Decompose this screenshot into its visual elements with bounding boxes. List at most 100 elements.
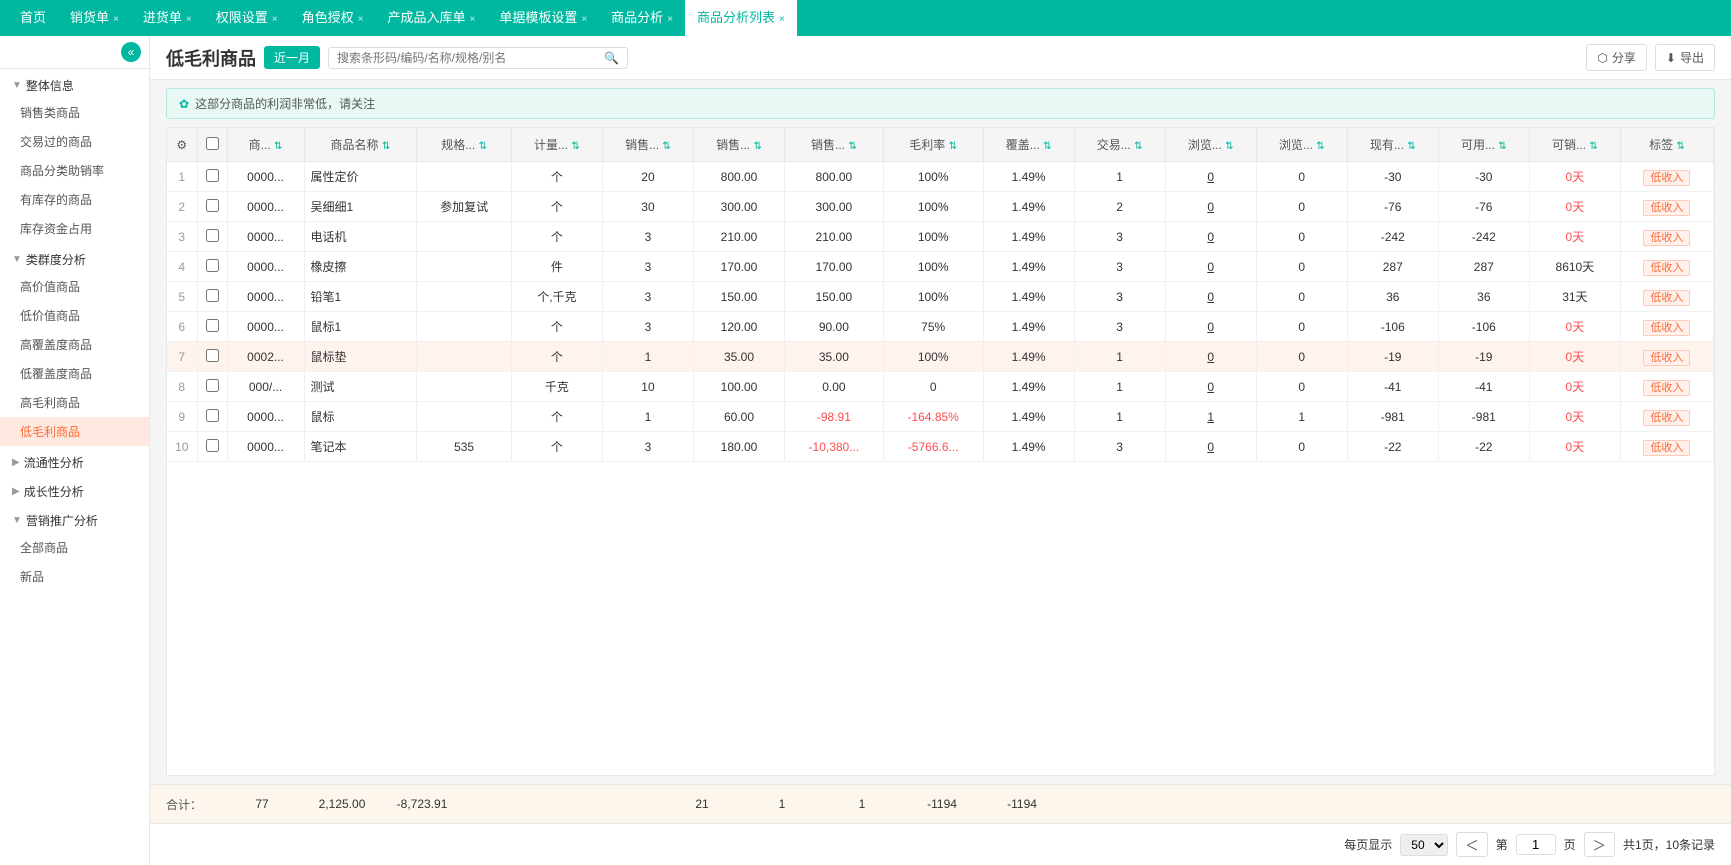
sidebar-item-high-coverage[interactable]: 高覆盖度商品 (0, 330, 149, 359)
row-view1[interactable]: 0 (1165, 432, 1256, 462)
row-view2: 0 (1256, 342, 1347, 372)
row-checkbox[interactable] (197, 342, 227, 372)
table-row: 9 0000... 鼠标 个 1 60.00 -98.91 -164.85% 1… (167, 402, 1714, 432)
row-checkbox[interactable] (197, 192, 227, 222)
page-number-input[interactable] (1516, 834, 1556, 855)
row-checkbox[interactable] (197, 222, 227, 252)
row-margin: 75% (883, 312, 983, 342)
nav-purchase[interactable]: 进货单× (131, 0, 204, 36)
nav-permission[interactable]: 权限设置× (204, 0, 290, 36)
sidebar-item-inventory-funds[interactable]: 库存资金占用 (0, 214, 149, 243)
sidebar-item-category-sales-rate[interactable]: 商品分类助销率 (0, 156, 149, 185)
sidebar-item-all-products[interactable]: 全部商品 (0, 533, 149, 562)
row-sales-qty: 3 (602, 252, 693, 282)
nav-product-entry[interactable]: 产成品入库单× (375, 0, 487, 36)
col-tag[interactable]: 标签 ⇅ (1620, 128, 1713, 162)
select-all-checkbox[interactable] (206, 137, 219, 150)
row-num: 9 (167, 402, 197, 432)
sidebar-item-new-products[interactable]: 新品 (0, 562, 149, 591)
sidebar-item-high-margin[interactable]: 高毛利商品 (0, 388, 149, 417)
row-checkbox[interactable] (197, 432, 227, 462)
row-margin: 100% (883, 162, 983, 192)
row-num: 7 (167, 342, 197, 372)
row-spec (417, 162, 512, 192)
col-view1[interactable]: 浏览... ⇅ (1165, 128, 1256, 162)
sidebar-group-marketing[interactable]: ▼ 营销推广分析 (0, 504, 149, 533)
nav-product-analysis[interactable]: 商品分析× (599, 0, 685, 36)
col-sales-price[interactable]: 销售... ⇅ (693, 128, 784, 162)
row-transaction: 3 (1074, 312, 1165, 342)
nav-home[interactable]: 首页 (8, 0, 58, 36)
col-sales-qty[interactable]: 销售... ⇅ (602, 128, 693, 162)
export-button[interactable]: ⬇ 导出 (1655, 44, 1715, 71)
row-view1[interactable]: 0 (1165, 342, 1256, 372)
sidebar-item-traded-products[interactable]: 交易过的商品 (0, 127, 149, 156)
next-page-button[interactable]: ＞ (1584, 832, 1615, 857)
table-header-row: ⚙ 商... ⇅ 商品名称 ⇅ 规格... ⇅ 计量... ⇅ 销售... ⇅ … (167, 128, 1714, 162)
sidebar-item-low-value[interactable]: 低价值商品 (0, 301, 149, 330)
page-size-select[interactable]: 50 (1400, 834, 1448, 856)
row-view1[interactable]: 0 (1165, 192, 1256, 222)
row-checkbox[interactable] (197, 252, 227, 282)
row-checkbox[interactable] (197, 312, 227, 342)
row-sales-profit: 150.00 (785, 282, 884, 312)
col-code[interactable]: 商... ⇅ (227, 128, 304, 162)
sidebar-item-high-value[interactable]: 高价值商品 (0, 272, 149, 301)
row-view1[interactable]: 0 (1165, 222, 1256, 252)
data-table-container: ⚙ 商... ⇅ 商品名称 ⇅ 规格... ⇅ 计量... ⇅ 销售... ⇅ … (166, 127, 1715, 776)
row-checkbox[interactable] (197, 402, 227, 432)
row-transaction: 3 (1074, 282, 1165, 312)
row-sales-price: 210.00 (693, 222, 784, 252)
row-view1[interactable]: 1 (1165, 402, 1256, 432)
sidebar-item-low-margin[interactable]: 低毛利商品 (0, 417, 149, 446)
col-available[interactable]: 可用... ⇅ (1438, 128, 1529, 162)
sidebar-group-circulation[interactable]: ▶ 流通性分析 (0, 446, 149, 475)
sidebar-item-sales-products[interactable]: 销售类商品 (0, 98, 149, 127)
row-sales-price: 180.00 (693, 432, 784, 462)
col-view2[interactable]: 浏览... ⇅ (1256, 128, 1347, 162)
row-name: 笔记本 (304, 432, 417, 462)
search-icon[interactable]: 🔍 (604, 51, 619, 65)
sidebar-collapse-btn[interactable]: « (121, 42, 141, 62)
col-current-stock[interactable]: 现有... ⇅ (1347, 128, 1438, 162)
period-button[interactable]: 近一月 (264, 46, 320, 69)
col-spec[interactable]: 规格... ⇅ (417, 128, 512, 162)
row-view2: 0 (1256, 282, 1347, 312)
nav-template[interactable]: 单据模板设置× (487, 0, 599, 36)
col-margin[interactable]: 毛利率 ⇅ (883, 128, 983, 162)
notice-icon: ✿ (179, 97, 189, 111)
sidebar-group-overall[interactable]: ▼ 整体信息 (0, 69, 149, 98)
prev-page-button[interactable]: ＜ (1456, 832, 1487, 857)
nav-role[interactable]: 角色授权× (290, 0, 376, 36)
row-num: 4 (167, 252, 197, 282)
col-name[interactable]: 商品名称 ⇅ (304, 128, 417, 162)
row-tag: 低收入 (1620, 222, 1713, 252)
row-view1[interactable]: 0 (1165, 252, 1256, 282)
col-transaction[interactable]: 交易... ⇅ (1074, 128, 1165, 162)
nav-sales[interactable]: 销货单× (58, 0, 131, 36)
row-sales-price: 800.00 (693, 162, 784, 192)
footer-current-stock: -1194 (902, 793, 982, 815)
col-sales-profit[interactable]: 销售... ⇅ (785, 128, 884, 162)
col-coverage[interactable]: 覆盖... ⇅ (983, 128, 1074, 162)
row-sales-qty: 3 (602, 312, 693, 342)
sidebar-group-growth[interactable]: ▶ 成长性分析 (0, 475, 149, 504)
row-current-stock: -76 (1347, 192, 1438, 222)
col-settings[interactable]: ⚙ (167, 128, 197, 162)
sidebar-group-cluster[interactable]: ▼ 类群度分析 (0, 243, 149, 272)
share-button[interactable]: ⬡ 分享 (1586, 44, 1647, 71)
row-tag: 低收入 (1620, 372, 1713, 402)
search-input[interactable] (337, 51, 600, 65)
row-view1[interactable]: 0 (1165, 312, 1256, 342)
row-checkbox[interactable] (197, 372, 227, 402)
col-saleable[interactable]: 可销... ⇅ (1529, 128, 1620, 162)
row-view1[interactable]: 0 (1165, 372, 1256, 402)
row-view1[interactable]: 0 (1165, 162, 1256, 192)
col-unit[interactable]: 计量... ⇅ (511, 128, 602, 162)
nav-product-analysis-list[interactable]: 商品分析列表× (685, 0, 797, 36)
row-checkbox[interactable] (197, 282, 227, 312)
sidebar-item-low-coverage[interactable]: 低覆盖度商品 (0, 359, 149, 388)
row-view1[interactable]: 0 (1165, 282, 1256, 312)
sidebar-item-stocked-products[interactable]: 有库存的商品 (0, 185, 149, 214)
row-checkbox[interactable] (197, 162, 227, 192)
